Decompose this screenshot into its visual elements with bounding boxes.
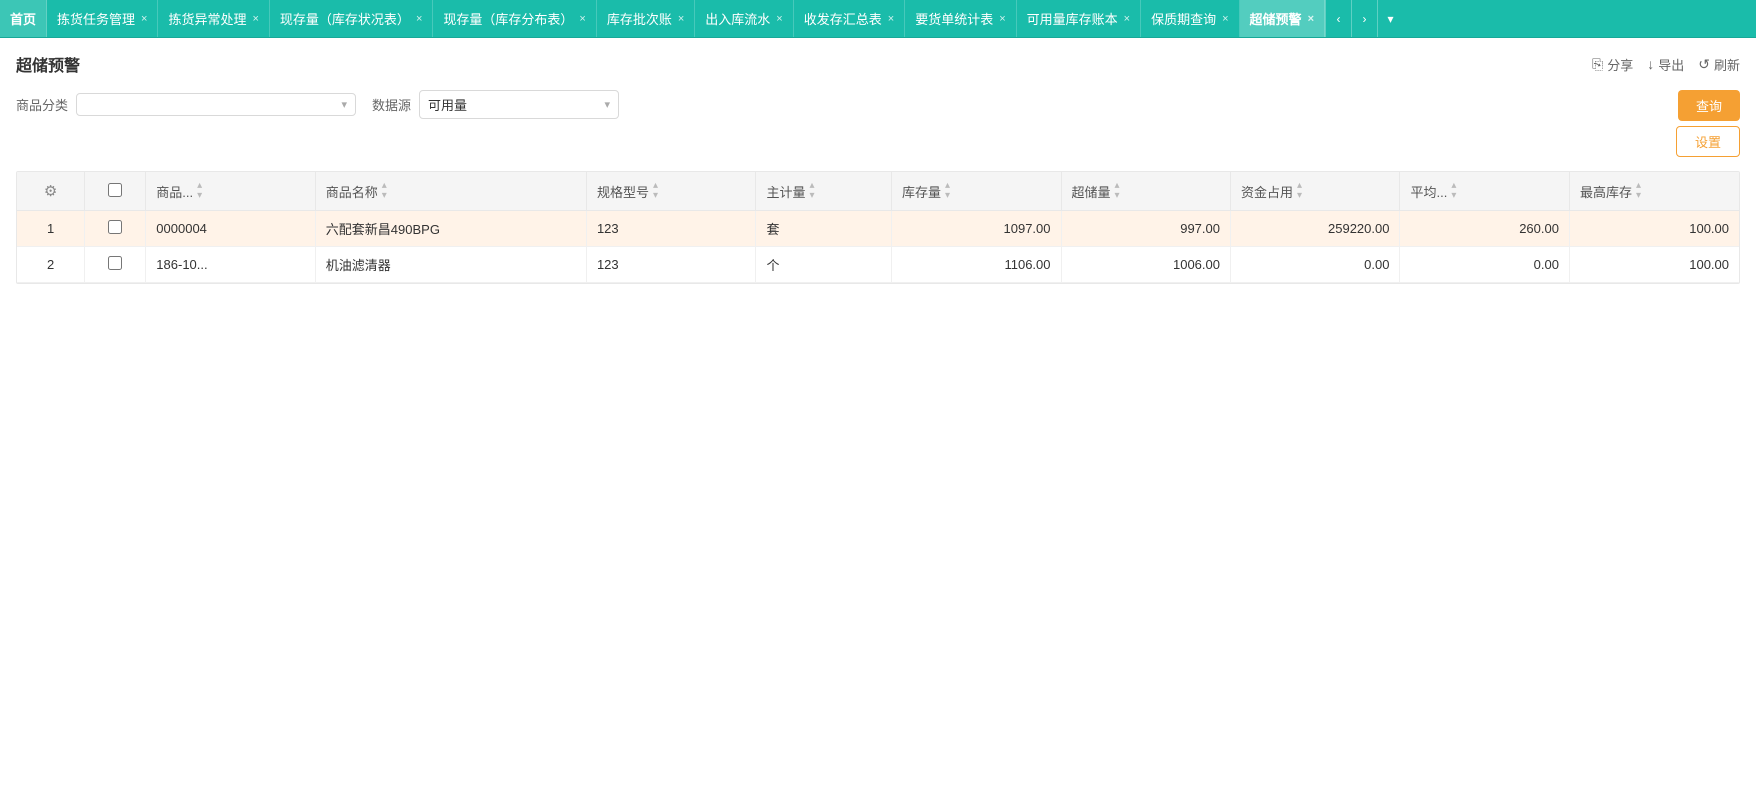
- top-nav: 首页 拣货任务管理 × 拣货异常处理 × 现存量（库存状况表） × 现存量（库存…: [0, 0, 1756, 38]
- th-name: 商品名称 ▴▾: [315, 172, 586, 211]
- sort-stock-icon[interactable]: ▴▾: [945, 181, 950, 201]
- th-capital: 资金占用 ▴▾: [1230, 172, 1399, 211]
- cell-check-1: [85, 247, 146, 283]
- sort-capital-icon[interactable]: ▴▾: [1297, 181, 1302, 201]
- share-button[interactable]: ⎘ 分享: [1592, 55, 1633, 74]
- cell-max-1: 100.00: [1569, 247, 1739, 283]
- datasource-arrow-icon: ▾: [605, 98, 611, 111]
- filter-area: 商品分类 ▾ 数据源 可用量 ▾ 查询 设置: [16, 90, 1740, 157]
- close-tab-9-icon[interactable]: ×: [1124, 13, 1130, 25]
- sort-avg-icon[interactable]: ▴▾: [1451, 181, 1456, 201]
- th-avg: 平均... ▴▾: [1400, 172, 1569, 211]
- th-max: 最高库存 ▴▾: [1569, 172, 1739, 211]
- category-arrow-icon: ▾: [341, 98, 347, 111]
- th-stock: 库存量 ▴▾: [892, 172, 1061, 211]
- page-content: 超储预警 ⎘ 分享 ↓ 导出 ↺ 刷新 商品分类 ▾: [0, 38, 1756, 298]
- page-title: 超储预警: [16, 52, 80, 76]
- select-all-checkbox[interactable]: [108, 183, 122, 197]
- nav-tab-3[interactable]: 现存量（库存状况表） ×: [270, 0, 433, 37]
- close-tab-2-icon[interactable]: ×: [252, 13, 258, 25]
- nav-tab-5[interactable]: 库存批次账 ×: [597, 0, 695, 37]
- nav-tab-1[interactable]: 拣货任务管理 ×: [47, 0, 158, 37]
- sort-over-icon[interactable]: ▴▾: [1115, 181, 1120, 201]
- sort-code-icon[interactable]: ▴▾: [197, 181, 202, 201]
- cell-avg-0: 260.00: [1400, 211, 1569, 247]
- datasource-value: 可用量: [428, 95, 467, 114]
- close-tab-3-icon[interactable]: ×: [416, 13, 422, 25]
- table-row: 1 0000004 六配套新昌490BPG 123 套 1097.00 997.…: [17, 211, 1739, 247]
- cell-unit-1: 个: [756, 247, 892, 283]
- header-actions: ⎘ 分享 ↓ 导出 ↺ 刷新: [1592, 55, 1740, 74]
- close-tab-1-icon[interactable]: ×: [141, 13, 147, 25]
- table-header-row: ⚙ 商品... ▴▾: [17, 172, 1739, 211]
- row-checkbox-0[interactable]: [108, 220, 122, 234]
- cell-code-1: 186-10...: [146, 247, 315, 283]
- nav-tab-8[interactable]: 要货单统计表 ×: [905, 0, 1016, 37]
- close-tab-7-icon[interactable]: ×: [888, 13, 894, 25]
- datasource-label: 数据源: [372, 95, 411, 114]
- th-spec: 规格型号 ▴▾: [586, 172, 755, 211]
- nav-next-arrow[interactable]: ›: [1351, 0, 1377, 37]
- nav-tab-10[interactable]: 保质期查询 ×: [1141, 0, 1239, 37]
- page-header: 超储预警 ⎘ 分享 ↓ 导出 ↺ 刷新: [16, 52, 1740, 76]
- data-table: ⚙ 商品... ▴▾: [16, 171, 1740, 284]
- sort-spec-icon[interactable]: ▴▾: [653, 181, 658, 201]
- th-settings: ⚙: [17, 172, 85, 211]
- nav-tab-6[interactable]: 出入库流水 ×: [695, 0, 793, 37]
- sort-unit-icon[interactable]: ▴▾: [809, 181, 814, 201]
- nav-tab-9[interactable]: 可用量库存账本 ×: [1017, 0, 1141, 37]
- cell-over-1: 1006.00: [1061, 247, 1230, 283]
- nav-tab-11[interactable]: 超储预警 ×: [1240, 0, 1325, 37]
- cell-avg-1: 0.00: [1400, 247, 1569, 283]
- category-label: 商品分类: [16, 95, 68, 114]
- close-tab-5-icon[interactable]: ×: [678, 13, 684, 25]
- cell-max-0: 100.00: [1569, 211, 1739, 247]
- export-button[interactable]: ↓ 导出: [1647, 55, 1684, 74]
- nav-more-arrow[interactable]: ▾: [1377, 0, 1403, 37]
- category-select[interactable]: ▾: [76, 93, 356, 116]
- cell-name-1: 机油滤清器: [315, 247, 586, 283]
- close-tab-10-icon[interactable]: ×: [1222, 13, 1228, 25]
- refresh-icon: ↺: [1698, 56, 1710, 73]
- nav-tab-2[interactable]: 拣货异常处理 ×: [158, 0, 269, 37]
- query-button[interactable]: 查询: [1678, 90, 1740, 121]
- sort-max-icon[interactable]: ▴▾: [1636, 181, 1641, 201]
- cell-code-0: 0000004: [146, 211, 315, 247]
- cell-spec-0: 123: [586, 211, 755, 247]
- cell-capital-0: 259220.00: [1230, 211, 1399, 247]
- cell-unit-0: 套: [756, 211, 892, 247]
- cell-capital-1: 0.00: [1230, 247, 1399, 283]
- cell-name-0: 六配套新昌490BPG: [315, 211, 586, 247]
- close-tab-11-icon[interactable]: ×: [1308, 13, 1314, 25]
- row-checkbox-1[interactable]: [108, 256, 122, 270]
- export-icon: ↓: [1647, 56, 1654, 72]
- filter-datasource: 数据源 可用量 ▾: [372, 90, 619, 119]
- th-checkbox: [85, 172, 146, 211]
- cell-index-1: 2: [17, 247, 85, 283]
- th-code: 商品... ▴▾: [146, 172, 315, 211]
- cell-stock-1: 1106.00: [892, 247, 1061, 283]
- close-tab-6-icon[interactable]: ×: [776, 13, 782, 25]
- th-unit: 主计量 ▴▾: [756, 172, 892, 211]
- refresh-button[interactable]: ↺ 刷新: [1698, 55, 1740, 74]
- filter-category: 商品分类 ▾: [16, 93, 356, 116]
- nav-tab-4[interactable]: 现存量（库存分布表） ×: [433, 0, 596, 37]
- cell-over-0: 997.00: [1061, 211, 1230, 247]
- nav-prev-arrow[interactable]: ‹: [1325, 0, 1351, 37]
- nav-tab-7[interactable]: 收发存汇总表 ×: [794, 0, 905, 37]
- close-tab-8-icon[interactable]: ×: [999, 13, 1005, 25]
- th-over: 超储量 ▴▾: [1061, 172, 1230, 211]
- cell-spec-1: 123: [586, 247, 755, 283]
- nav-home[interactable]: 首页: [0, 0, 47, 37]
- close-tab-4-icon[interactable]: ×: [579, 13, 585, 25]
- sort-name-icon[interactable]: ▴▾: [382, 181, 387, 201]
- share-icon: ⎘: [1592, 56, 1603, 73]
- cell-check-0: [85, 211, 146, 247]
- cell-stock-0: 1097.00: [892, 211, 1061, 247]
- table-row: 2 186-10... 机油滤清器 123 个 1106.00 1006.00 …: [17, 247, 1739, 283]
- settings-icon[interactable]: ⚙: [44, 183, 57, 200]
- cell-index-0: 1: [17, 211, 85, 247]
- datasource-select[interactable]: 可用量 ▾: [419, 90, 619, 119]
- set-button[interactable]: 设置: [1676, 126, 1740, 157]
